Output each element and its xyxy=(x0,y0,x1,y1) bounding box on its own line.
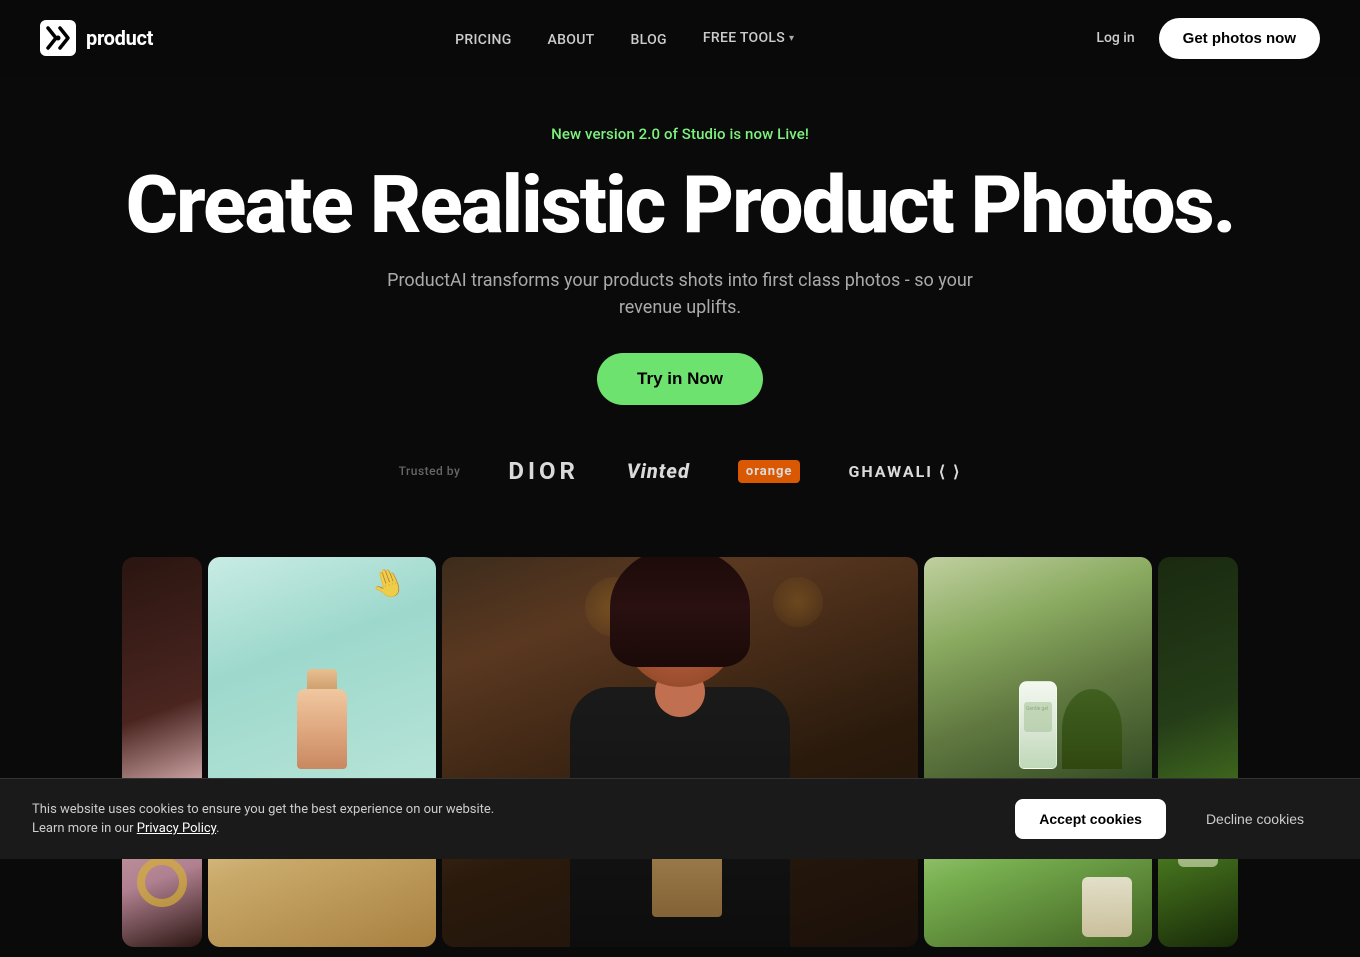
accept-cookies-button[interactable]: Accept cookies xyxy=(1015,799,1166,839)
gallery-col-center xyxy=(442,557,918,947)
nav-right: Log in Get photos now xyxy=(1096,18,1320,59)
cookie-banner: This website uses cookies to ensure you … xyxy=(0,778,1360,859)
brand-ghawali: GHAWALI ⟨ ⟩ xyxy=(848,462,961,481)
nav-blog[interactable]: BLOG xyxy=(631,32,667,48)
login-link[interactable]: Log in xyxy=(1096,30,1134,46)
nav-links: PRICING ABOUT BLOG FREE TOOLS ▾ xyxy=(455,29,794,48)
brand-vinted: Vinted xyxy=(627,459,690,483)
trusted-label: Trusted by xyxy=(399,464,461,478)
gallery-col-2: Gentle gel xyxy=(924,557,1152,947)
gallery-item-perfume: 🤚 xyxy=(208,557,436,789)
gallery-item-woman xyxy=(442,557,918,947)
cookie-text: This website uses cookies to ensure you … xyxy=(32,800,494,839)
hero-subtitle: ProductAI transforms your products shots… xyxy=(380,267,980,321)
brand-orange: orange xyxy=(738,460,801,483)
privacy-policy-link[interactable]: Privacy Policy xyxy=(137,821,216,836)
get-photos-button[interactable]: Get photos now xyxy=(1159,18,1320,59)
brand-dior: DIOR xyxy=(508,457,579,485)
gallery-col-1: 🤚 xyxy=(208,557,436,947)
navbar: product PRICING ABOUT BLOG FREE TOOLS ▾ … xyxy=(0,0,1360,76)
chevron-down-icon: ▾ xyxy=(789,33,794,44)
logo-icon xyxy=(40,20,76,56)
nav-pricing[interactable]: PRICING xyxy=(455,32,511,48)
hero-badge: New version 2.0 of Studio is now Live! xyxy=(551,125,809,143)
nav-free-tools[interactable]: FREE TOOLS ▾ xyxy=(703,30,795,46)
gallery-col-right-edge xyxy=(1158,557,1238,947)
perfume-bottle-visual xyxy=(297,669,347,769)
gallery-col-left-edge xyxy=(122,557,202,947)
try-now-button[interactable]: Try in Now xyxy=(597,353,763,405)
decline-cookies-button[interactable]: Decline cookies xyxy=(1182,799,1328,839)
gallery-item-ring xyxy=(122,557,202,947)
hero-section: New version 2.0 of Studio is now Live! C… xyxy=(0,0,1360,557)
nav-about[interactable]: ABOUT xyxy=(548,32,595,48)
gallery-section: 🤚 xyxy=(0,557,1360,957)
logo[interactable]: product xyxy=(40,20,153,56)
gallery-item-skincare: Gentle gel xyxy=(924,557,1152,789)
trusted-by-section: Trusted by DIOR Vinted orange GHAWALI ⟨ … xyxy=(0,437,1360,517)
hero-title: Create Realistic Product Photos. xyxy=(20,163,1340,247)
logo-text: product xyxy=(86,26,153,50)
gallery-item-right-product xyxy=(1158,557,1238,947)
cookie-actions: Accept cookies Decline cookies xyxy=(1015,799,1328,839)
